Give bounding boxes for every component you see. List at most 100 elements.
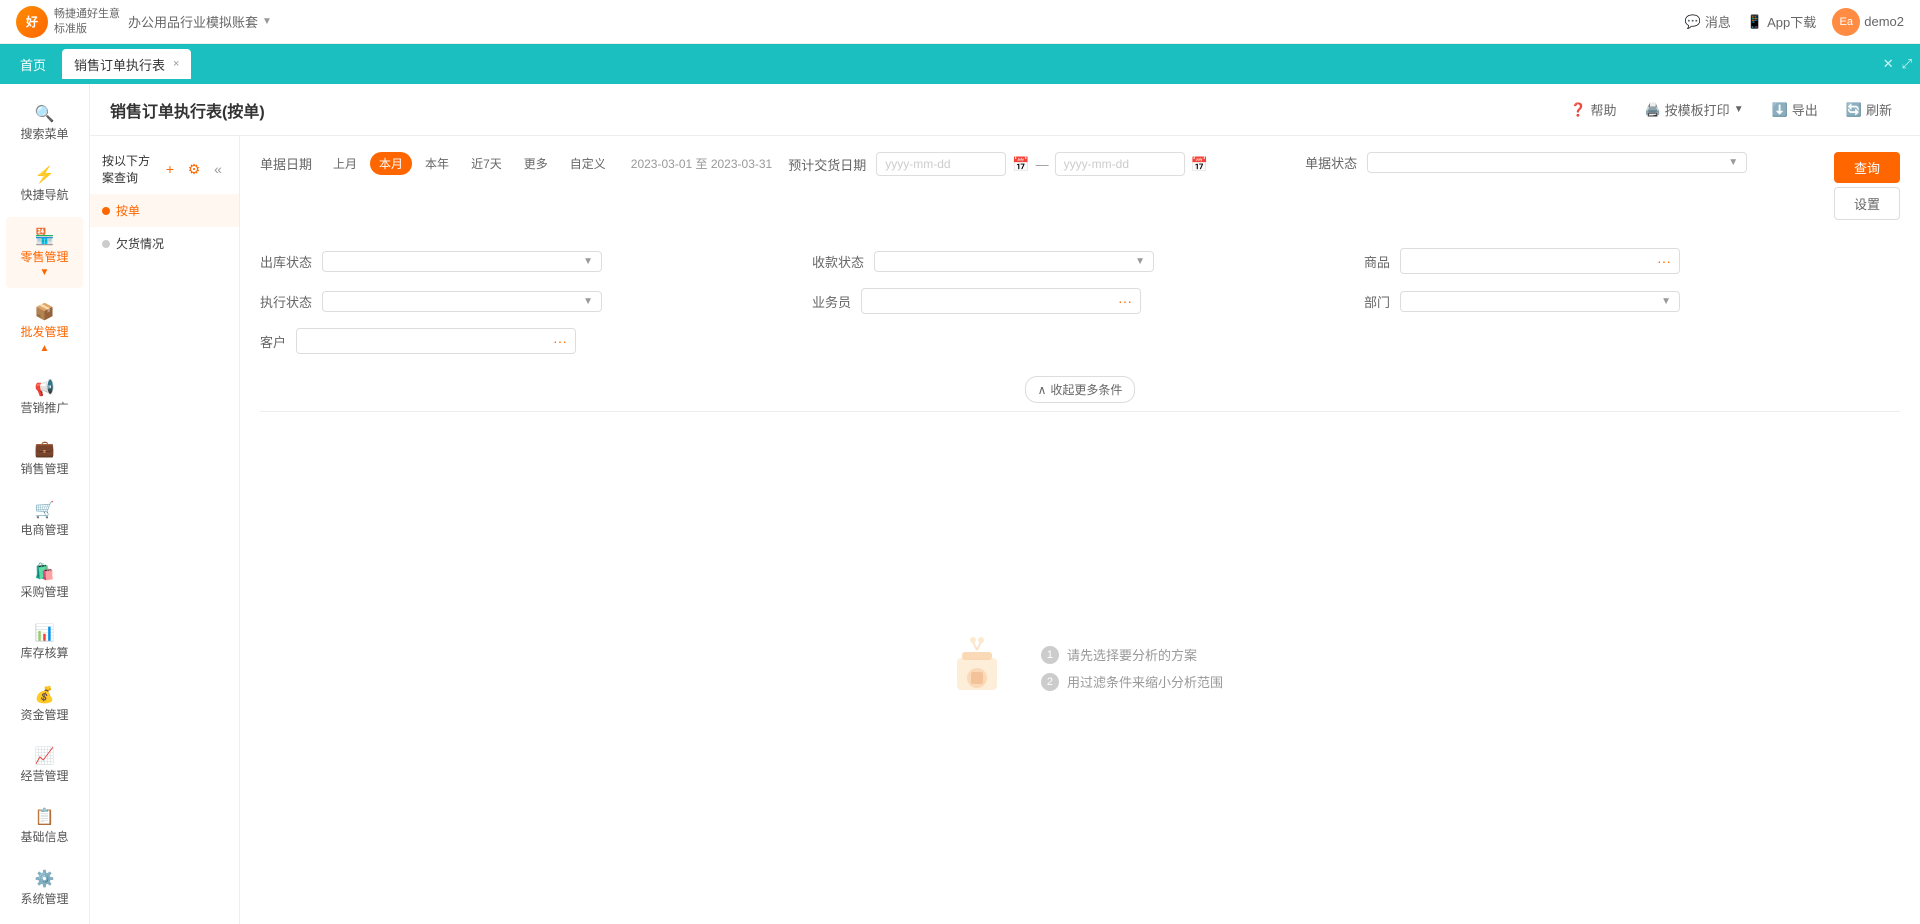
tab-close-window-icon[interactable]: ✕ <box>1883 56 1894 72</box>
receipt-select[interactable]: ▼ <box>874 251 1154 272</box>
date-cal-to-icon[interactable]: 📅 <box>1191 156 1208 173</box>
expected-date-from[interactable] <box>876 152 1006 176</box>
marketing-icon: 📢 <box>35 378 55 398</box>
sidebar-item-marketing[interactable]: 📢 营销推广 <box>6 368 83 425</box>
help-button[interactable]: ❓ 帮助 <box>1562 96 1624 123</box>
execution-select[interactable]: ▼ <box>322 291 602 312</box>
left-panel-actions: + ⚙ « <box>161 160 227 178</box>
salesman-select[interactable]: ··· <box>861 288 1141 314</box>
export-button[interactable]: ⬇️ 导出 <box>1764 96 1826 123</box>
tab-sales-order[interactable]: 销售订单执行表 × <box>62 49 191 79</box>
sidebar-item-purchase[interactable]: 🛍️ 采购管理 <box>6 552 83 609</box>
status-select[interactable]: ▼ <box>1367 152 1747 173</box>
empty-hint-2: 2 用过滤条件来缩小分析范围 <box>1041 672 1223 691</box>
collapse-bar[interactable]: ∧ 收起更多条件 <box>260 368 1900 412</box>
top-bar-left: 好 畅捷通好生意 标准版 办公用品行业模拟账套 ▼ <box>16 6 272 38</box>
sidebar-item-enterprise[interactable]: 🤝 企业协同 <box>6 920 83 924</box>
app-download-button[interactable]: 📱 App下载 <box>1747 12 1816 31</box>
help-icon: ❓ <box>1570 102 1586 118</box>
settings-button[interactable]: 设置 <box>1834 187 1900 220</box>
department-select[interactable]: ▼ <box>1400 291 1680 312</box>
prev-month-pill[interactable]: 上月 <box>324 152 366 175</box>
breadcrumb[interactable]: 办公用品行业模拟账套 ▼ <box>128 12 272 31</box>
inactive-dot-icon <box>102 240 110 248</box>
inventory-icon: 📊 <box>35 623 55 643</box>
sidebar-item-sales[interactable]: 💼 销售管理 <box>6 429 83 486</box>
sales-icon: 💼 <box>35 439 55 459</box>
logo-text: 畅捷通好生意 标准版 <box>54 7 120 36</box>
user-profile[interactable]: Ea demo2 <box>1832 8 1904 36</box>
goods-label: 商品 <box>1364 252 1394 271</box>
department-arrow-icon: ▼ <box>1661 296 1671 307</box>
more-pill[interactable]: 更多 <box>515 152 557 175</box>
refresh-icon: 🔄 <box>1846 102 1862 118</box>
refresh-button[interactable]: 🔄 刷新 <box>1838 96 1900 123</box>
sidebar-item-inventory[interactable]: 📊 库存核算 <box>6 613 83 670</box>
sidebar-item-wholesale[interactable]: 📦 批发管理 ▲ <box>6 292 83 363</box>
last7-pill[interactable]: 近7天 <box>462 152 511 175</box>
execution-label: 执行状态 <box>260 292 316 311</box>
print-button[interactable]: 🖨️ 按模板打印 ▼ <box>1636 96 1751 123</box>
print-dropdown-icon: ▼ <box>1734 104 1744 115</box>
execution-arrow-icon: ▼ <box>583 296 593 307</box>
filter-data-area: 单据日期 上月 本月 本年 近7天 更多 自定义 2023-03-01 至 20… <box>240 136 1920 924</box>
page-title: 销售订单执行表(按单) <box>110 98 265 122</box>
ecommerce-icon: 🛒 <box>35 500 55 520</box>
empty-illustration <box>937 628 1017 708</box>
sidebar-item-business[interactable]: 📈 经营管理 <box>6 736 83 793</box>
finance-icon: 💰 <box>35 685 55 705</box>
sidebar-item-finance[interactable]: 💰 资金管理 <box>6 675 83 732</box>
content-inner: 按以下方案查询 + ⚙ « 按单 欠货情况 <box>90 136 1920 924</box>
sidebar: 🔍 搜索菜单 ⚡ 快捷导航 🏪 零售管理 ▼ 📦 批发管理 ▲ 📢 营销推广 💼… <box>0 84 90 924</box>
delivery-arrow-icon: ▼ <box>583 256 593 267</box>
top-bar-right: 💬 消息 📱 App下载 Ea demo2 <box>1685 8 1904 36</box>
customer-select[interactable]: ··· <box>296 328 576 354</box>
data-area: 1 请先选择要分析的方案 2 用过滤条件来缩小分析范围 <box>240 412 1920 924</box>
left-panel-settings-icon[interactable]: ⚙ <box>185 160 203 178</box>
expected-date-to[interactable] <box>1055 152 1185 176</box>
query-btn-area: 查询 设置 <box>1834 152 1900 220</box>
message-button[interactable]: 💬 消息 <box>1685 12 1731 31</box>
purchase-icon: 🛍️ <box>35 562 55 582</box>
sidebar-search[interactable]: 🔍 搜索菜单 <box>6 94 83 151</box>
sidebar-item-system[interactable]: ⚙️ 系统管理 <box>6 859 83 916</box>
logo-area: 好 畅捷通好生意 标准版 <box>16 6 120 38</box>
sidebar-item-retail[interactable]: 🏪 零售管理 ▼ <box>6 217 83 288</box>
expected-date-label: 预计交货日期 <box>788 155 870 174</box>
left-panel-item-arrears[interactable]: 欠货情况 <box>90 227 239 260</box>
filter-card: 单据日期 上月 本月 本年 近7天 更多 自定义 2023-03-01 至 20… <box>240 136 1920 412</box>
quick-nav-icon: ⚡ <box>35 165 55 185</box>
sidebar-item-ecommerce[interactable]: 🛒 电商管理 <box>6 490 83 547</box>
tab-close-icon[interactable]: × <box>173 58 179 70</box>
delivery-label: 出库状态 <box>260 252 316 271</box>
delivery-select[interactable]: ▼ <box>322 251 602 272</box>
basic-icon: 📋 <box>35 807 55 827</box>
sidebar-quick-nav[interactable]: ⚡ 快捷导航 <box>6 155 83 212</box>
customer-label: 客户 <box>260 332 290 351</box>
department-label: 部门 <box>1364 292 1394 311</box>
top-bar: 好 畅捷通好生意 标准版 办公用品行业模拟账套 ▼ 💬 消息 📱 App下载 E… <box>0 0 1920 44</box>
salesman-label: 业务员 <box>812 292 855 311</box>
tab-maximize-icon[interactable]: ⤢ <box>1902 56 1912 72</box>
page-header: 销售订单执行表(按单) ❓ 帮助 🖨️ 按模板打印 ▼ ⬇️ 导出 🔄 刷新 <box>90 84 1920 136</box>
tab-home[interactable]: 首页 <box>8 49 58 79</box>
query-button[interactable]: 查询 <box>1834 152 1900 183</box>
left-panel-add-icon[interactable]: + <box>161 160 179 178</box>
this-year-pill[interactable]: 本年 <box>416 152 458 175</box>
status-arrow-icon: ▼ <box>1728 157 1738 168</box>
left-panel-collapse-icon[interactable]: « <box>209 160 227 178</box>
collapse-btn[interactable]: ∧ 收起更多条件 <box>1025 376 1136 403</box>
left-panel-item-orders[interactable]: 按单 <box>90 194 239 227</box>
retail-icon: 🏪 <box>35 227 55 247</box>
left-panel: 按以下方案查询 + ⚙ « 按单 欠货情况 <box>90 136 240 924</box>
tab-bar-right: ✕ ⤢ <box>1883 56 1912 72</box>
custom-pill[interactable]: 自定义 <box>561 152 615 175</box>
search-icon: 🔍 <box>35 104 55 124</box>
message-icon: 💬 <box>1685 14 1701 30</box>
download-icon: 📱 <box>1747 14 1763 30</box>
print-icon: 🖨️ <box>1644 102 1660 118</box>
goods-select[interactable]: ··· <box>1400 248 1680 274</box>
date-cal-from-icon[interactable]: 📅 <box>1012 156 1029 173</box>
this-month-pill[interactable]: 本月 <box>370 152 412 175</box>
sidebar-item-basic[interactable]: 📋 基础信息 <box>6 797 83 854</box>
